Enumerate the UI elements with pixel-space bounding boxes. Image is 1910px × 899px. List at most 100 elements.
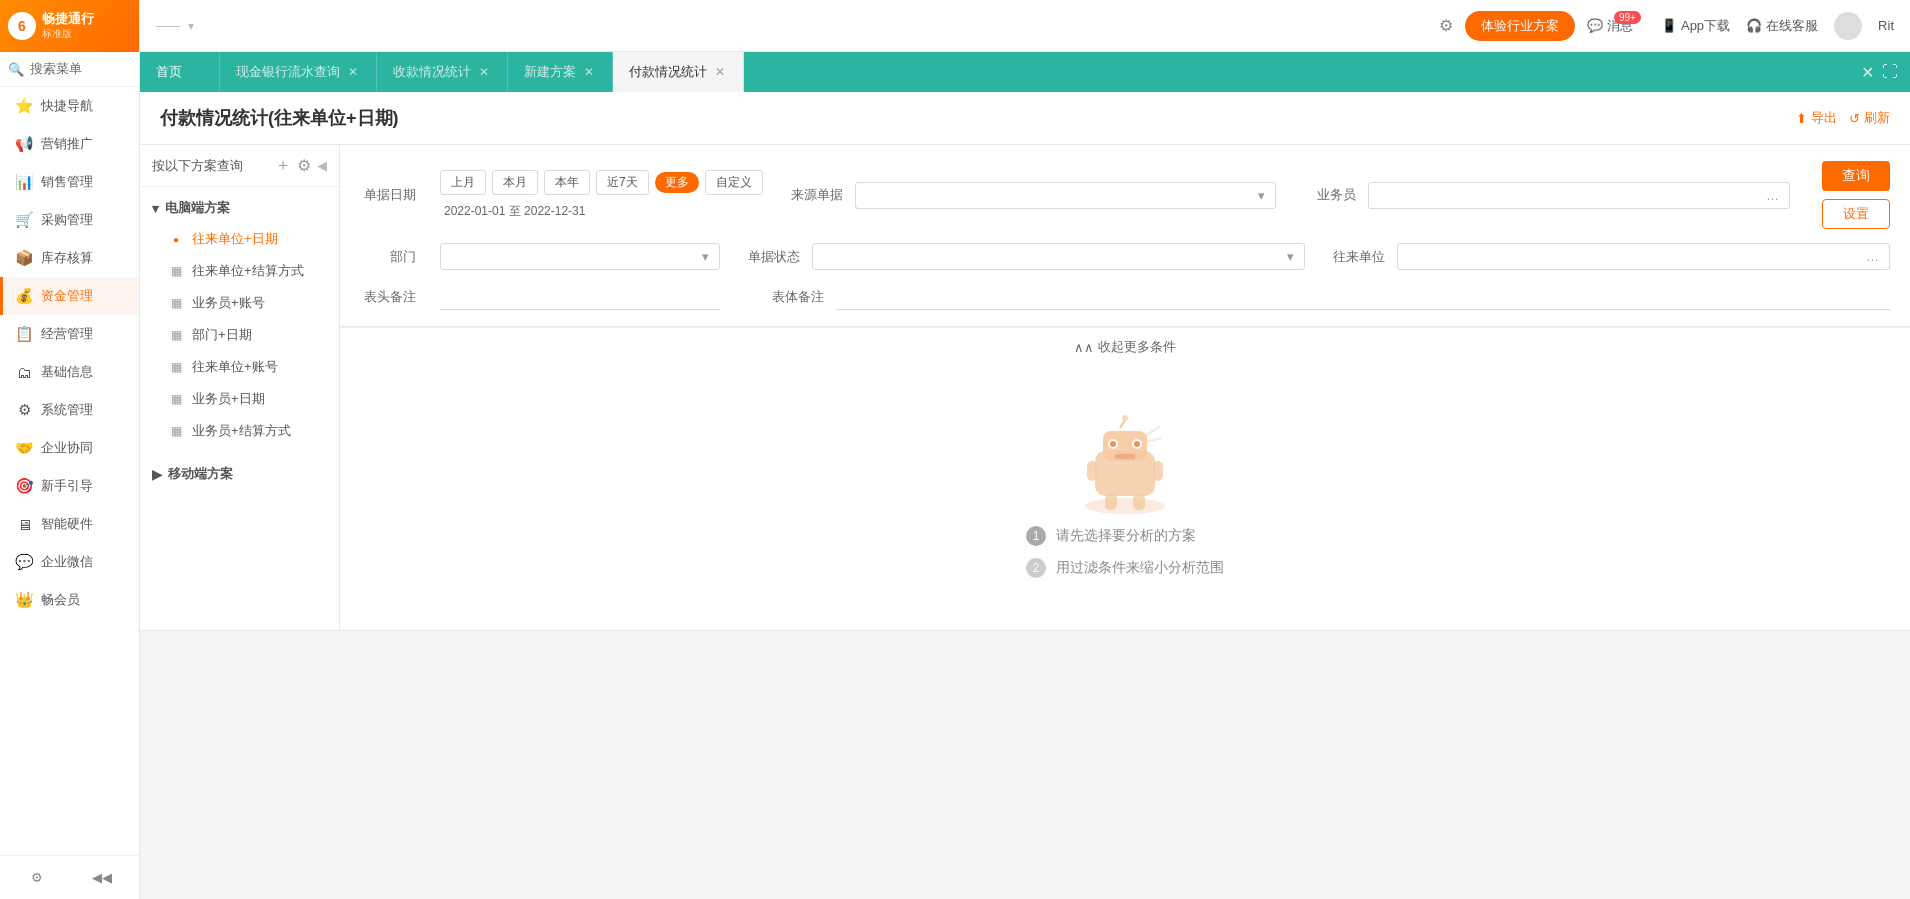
tab-payment-close-icon[interactable]: ✕ bbox=[713, 63, 727, 81]
svg-rect-9 bbox=[1153, 461, 1163, 481]
scheme-item-salesperson-settlement[interactable]: ▦ 业务员+结算方式 bbox=[140, 415, 339, 447]
collapse-more-button[interactable]: ∧∧ 收起更多条件 bbox=[1074, 338, 1176, 356]
empty-robot-icon bbox=[1065, 406, 1185, 526]
online-service-btn[interactable]: 🎧 在线客服 bbox=[1746, 17, 1818, 35]
topbar-right: 💬 消息 99+ 📱 App下载 🎧 在线客服 Rit bbox=[1587, 12, 1894, 40]
partner-label: 往来单位 bbox=[1329, 248, 1385, 266]
tab-receipt-close-icon[interactable]: ✕ bbox=[477, 63, 491, 81]
export-button[interactable]: ⬆ 导出 bbox=[1796, 109, 1837, 127]
sidebar-item-finance[interactable]: 💰 资金管理 bbox=[0, 277, 139, 315]
query-btns: 查询 设置 bbox=[1822, 161, 1890, 229]
source-filter: 来源单据 ▾ bbox=[787, 182, 1277, 209]
maximize-icon[interactable]: ⛶ bbox=[1882, 63, 1898, 81]
source-label: 来源单据 bbox=[787, 186, 843, 204]
salesperson-arrow-icon: … bbox=[1766, 188, 1779, 203]
sidebar-item-wechat[interactable]: 💬 企业微信 bbox=[0, 543, 139, 581]
scheme-item-salesperson-date[interactable]: ▦ 业务员+日期 bbox=[140, 383, 339, 415]
mobile-group-title[interactable]: ▶ 移动端方案 bbox=[140, 459, 339, 489]
topbar-gear-icon[interactable]: ⚙ bbox=[1439, 16, 1453, 35]
sidebar-item-marketing[interactable]: 📢 营销推广 bbox=[0, 125, 139, 163]
sidebar-item-base[interactable]: 🗂 基础信息 bbox=[0, 353, 139, 391]
avatar[interactable] bbox=[1834, 12, 1862, 40]
empty-step-2: 2 用过滤条件来缩小分析范围 bbox=[1026, 558, 1224, 578]
refresh-button[interactable]: ↺ 刷新 bbox=[1849, 109, 1890, 127]
search-icon: 🔍 bbox=[8, 62, 24, 77]
filter-row-1: 单据日期 上月 本月 本年 近7天 更多 自定义 2022-01-01 至 20… bbox=[360, 161, 1890, 229]
add-scheme-icon[interactable]: ＋ bbox=[275, 155, 291, 176]
this-year-btn[interactable]: 本年 bbox=[544, 170, 590, 195]
collapse-scheme-icon[interactable]: ◀ bbox=[317, 158, 327, 173]
shortcut-icon: ⭐ bbox=[15, 97, 33, 115]
scheme-settings-icon[interactable]: ⚙ bbox=[297, 156, 311, 175]
sidebar-logo: 6 畅捷通行 标准版 bbox=[0, 0, 139, 52]
tab-home[interactable]: 首页 bbox=[140, 52, 220, 92]
export-icon: ⬆ bbox=[1796, 111, 1807, 126]
scheme-item-salesperson-account[interactable]: ▦ 业务员+账号 bbox=[140, 287, 339, 319]
filter-panel: 单据日期 上月 本月 本年 近7天 更多 自定义 2022-01-01 至 20… bbox=[340, 145, 1910, 327]
scheme-item-partner-date[interactable]: ● 往来单位+日期 bbox=[140, 223, 339, 255]
tabs-actions: ✕ ⛶ bbox=[1849, 52, 1910, 92]
close-all-tabs-icon[interactable]: ✕ bbox=[1861, 63, 1874, 82]
custom-date-btn[interactable]: 自定义 bbox=[705, 170, 763, 195]
sidebar-item-guide[interactable]: 🎯 新手引导 bbox=[0, 467, 139, 505]
inventory-icon: 📦 bbox=[15, 249, 33, 267]
search-menu[interactable]: 🔍 搜索菜单 bbox=[0, 52, 139, 87]
desktop-group-title[interactable]: ▾ 电脑端方案 bbox=[140, 193, 339, 223]
collapse-icon: ∧∧ bbox=[1074, 340, 1094, 355]
tab-new-scheme-close-icon[interactable]: ✕ bbox=[582, 63, 596, 81]
sidebar-item-member[interactable]: 👑 畅会员 bbox=[0, 581, 139, 619]
purchase-icon: 🛒 bbox=[15, 211, 33, 229]
empty-steps-list: 1 请先选择要分析的方案 2 用过滤条件来缩小分析范围 bbox=[1026, 526, 1224, 590]
svg-point-0 bbox=[1085, 498, 1165, 514]
partner-account-icon: ▦ bbox=[168, 359, 184, 375]
header-note-input[interactable] bbox=[440, 284, 720, 310]
sidebar-item-purchase[interactable]: 🛒 采购管理 bbox=[0, 201, 139, 239]
message-btn[interactable]: 💬 消息 99+ bbox=[1587, 17, 1633, 35]
tab-new-scheme[interactable]: 新建方案 ✕ bbox=[508, 52, 613, 92]
body-note-input[interactable] bbox=[836, 284, 1890, 310]
page-title: 付款情况统计(往来单位+日期) bbox=[160, 106, 399, 130]
username-label: Rit bbox=[1878, 18, 1894, 33]
sidebar-item-system[interactable]: ⚙ 系统管理 bbox=[0, 391, 139, 429]
scheme-item-dept-date[interactable]: ▦ 部门+日期 bbox=[140, 319, 339, 351]
empty-state: 1 请先选择要分析的方案 2 用过滤条件来缩小分析范围 bbox=[340, 366, 1910, 630]
scheme-item-partner-account[interactable]: ▦ 往来单位+账号 bbox=[140, 351, 339, 383]
last7-btn[interactable]: 近7天 bbox=[596, 170, 649, 195]
svg-rect-8 bbox=[1087, 461, 1097, 481]
this-month-btn[interactable]: 本月 bbox=[492, 170, 538, 195]
svg-line-12 bbox=[1120, 420, 1125, 428]
address-chevron-icon: ▾ bbox=[188, 19, 194, 33]
source-select[interactable]: ▾ bbox=[855, 182, 1277, 209]
trial-button[interactable]: 体验行业方案 bbox=[1465, 11, 1575, 41]
salesperson-account-icon: ▦ bbox=[168, 295, 184, 311]
dept-select[interactable]: ▾ bbox=[440, 243, 720, 270]
last-month-btn[interactable]: 上月 bbox=[440, 170, 486, 195]
tab-bank-close-icon[interactable]: ✕ bbox=[346, 63, 360, 81]
tab-receipt[interactable]: 收款情况统计 ✕ bbox=[377, 52, 508, 92]
sidebar-item-sales[interactable]: 📊 销售管理 bbox=[0, 163, 139, 201]
settings-bottom-btn[interactable]: ⚙ bbox=[8, 864, 66, 891]
sidebar-item-shortcut[interactable]: ⭐ 快捷导航 bbox=[0, 87, 139, 125]
partner-select[interactable]: … bbox=[1397, 243, 1890, 270]
tab-payment[interactable]: 付款情况统计 ✕ bbox=[613, 52, 744, 92]
scheme-header: 按以下方案查询 ＋ ⚙ ◀ bbox=[140, 145, 339, 187]
svg-line-15 bbox=[1145, 438, 1162, 442]
collapse-sidebar-btn[interactable]: ◀◀ bbox=[74, 864, 132, 891]
sidebar-item-corp[interactable]: 🤝 企业协同 bbox=[0, 429, 139, 467]
query-button[interactable]: 查询 bbox=[1822, 161, 1890, 191]
sidebar-item-operation[interactable]: 📋 经营管理 bbox=[0, 315, 139, 353]
salesperson-select[interactable]: … bbox=[1368, 182, 1790, 209]
voucher-status-select[interactable]: ▾ bbox=[812, 243, 1305, 270]
scheme-item-partner-settlement[interactable]: ▦ 往来单位+结算方式 bbox=[140, 255, 339, 287]
sidebar-item-inventory[interactable]: 📦 库存核算 bbox=[0, 239, 139, 277]
tabs-bar: 首页 现金银行流水查询 ✕ 收款情况统计 ✕ 新建方案 ✕ 付款情况统计 ✕ ✕… bbox=[140, 52, 1910, 92]
hardware-icon: 🖥 bbox=[15, 515, 33, 533]
more-dates-btn[interactable]: 更多 bbox=[655, 172, 699, 193]
settings-button[interactable]: 设置 bbox=[1822, 199, 1890, 229]
app-download-btn[interactable]: 📱 App下载 bbox=[1661, 17, 1730, 35]
voucher-status-arrow-icon: ▾ bbox=[1287, 249, 1294, 264]
svg-point-4 bbox=[1110, 441, 1116, 447]
service-icon: 🎧 bbox=[1746, 18, 1762, 33]
tab-bank[interactable]: 现金银行流水查询 ✕ bbox=[220, 52, 377, 92]
sidebar-item-hardware[interactable]: 🖥 智能硬件 bbox=[0, 505, 139, 543]
